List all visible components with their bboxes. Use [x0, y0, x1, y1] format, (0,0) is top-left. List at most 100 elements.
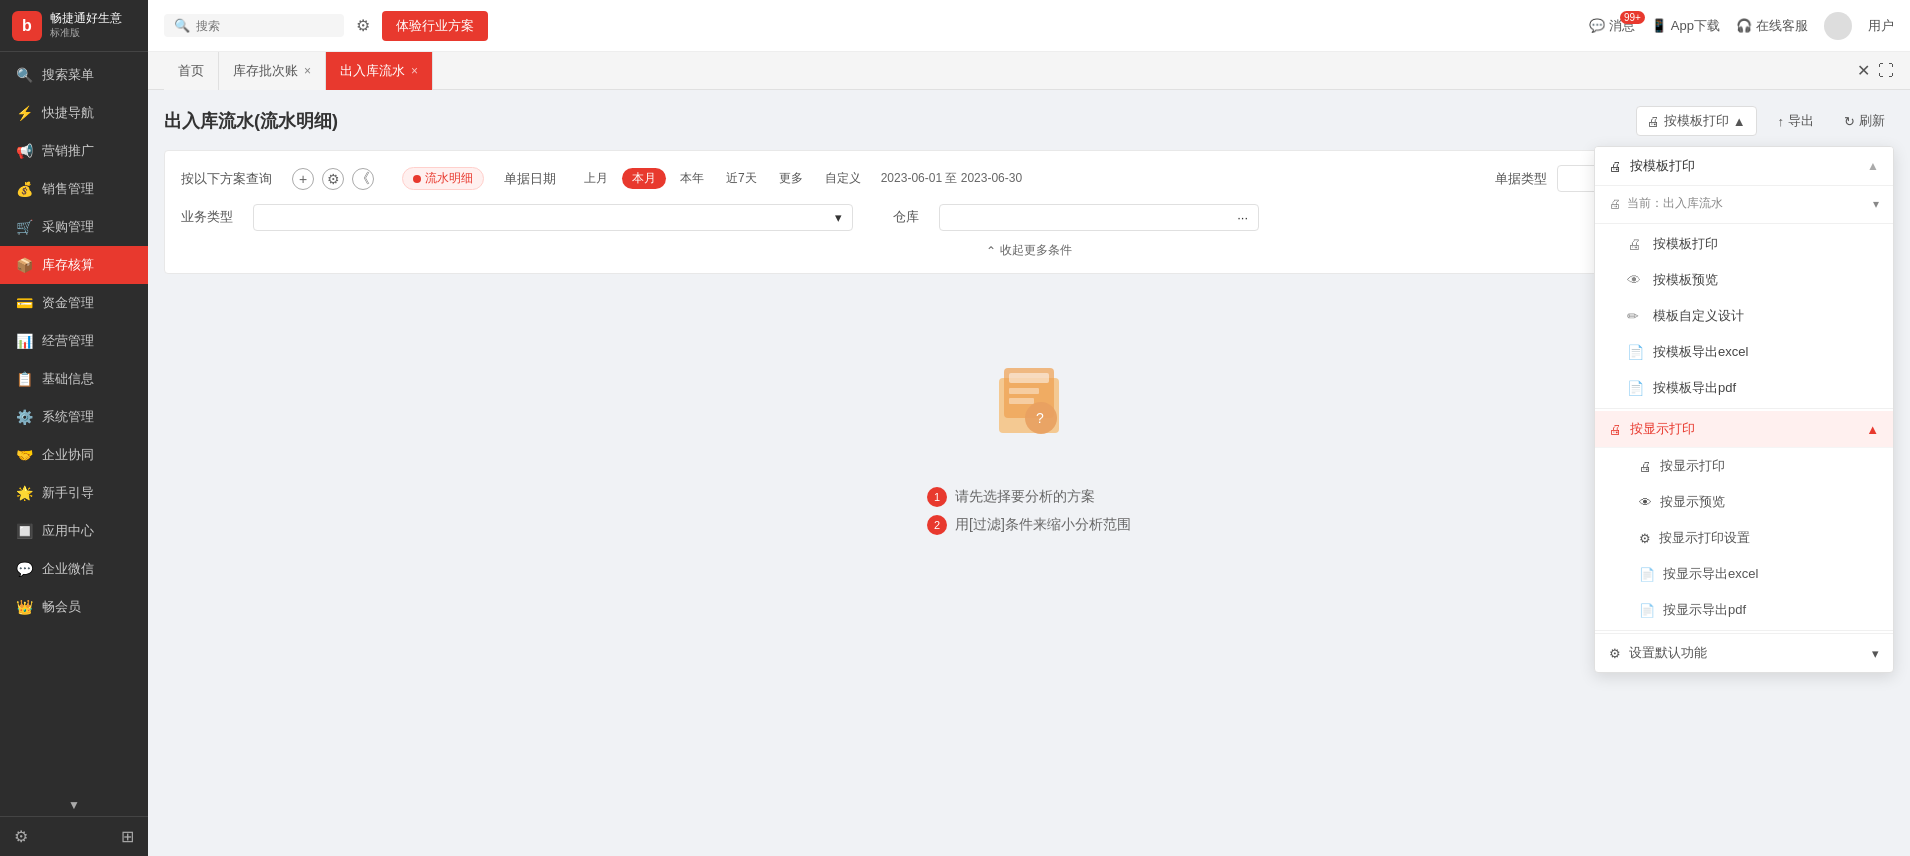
user-avatar[interactable] [1824, 12, 1852, 40]
collapse-icon[interactable]: ⊞ [121, 827, 134, 846]
stream-tag-dot [413, 175, 421, 183]
topbar-search-container: 🔍 [164, 14, 344, 37]
stream-tag[interactable]: 流水明细 [402, 167, 484, 190]
refresh-btn[interactable]: ↻ 刷新 [1835, 107, 1894, 135]
refresh-icon: ↻ [1844, 114, 1855, 129]
date-opt-last-month[interactable]: 上月 [576, 168, 616, 189]
dropdown-display-print[interactable]: 🖨 按显示打印 [1595, 448, 1893, 484]
template-print-btn[interactable]: 🖨 按模板打印 ▲ [1636, 106, 1757, 136]
divider-2 [1595, 408, 1893, 409]
sidebar-item-basic[interactable]: 📋基础信息 [0, 360, 148, 398]
sidebar-item-sales[interactable]: 💰销售管理 [0, 170, 148, 208]
app-download[interactable]: 📱 App下载 [1651, 17, 1720, 35]
tab-flow-close[interactable]: × [411, 64, 418, 78]
dropdown-footer[interactable]: ⚙ 设置默认功能 ▾ [1595, 633, 1893, 672]
sidebar-nav: 🔍搜索菜单⚡快捷导航📢营销推广💰销售管理 🛒 采购管理 📦库存核算💳资金管理📊经营管理… [0, 52, 148, 794]
date-range: 2023-06-01 至 2023-06-30 [881, 170, 1022, 187]
dropdown-display-pdf[interactable]: 📄 按显示导出pdf [1595, 592, 1893, 628]
tab-inventory-batch-label: 库存批次账 [233, 62, 298, 80]
template-excel-icon: 📄 [1627, 344, 1645, 360]
sidebar-scroll[interactable]: ▼ [0, 794, 148, 816]
sidebar-item-inventory[interactable]: 📦库存核算 [0, 246, 148, 284]
date-opt-7days[interactable]: 近7天 [718, 168, 765, 189]
tab-flow[interactable]: 出入库流水 × [326, 52, 433, 90]
empty-steps: 1 请先选择要分析的方案 2 用[过滤]条件来缩小分析范围 [927, 487, 1131, 543]
sidebar-item-quick-nav[interactable]: ⚡快捷导航 [0, 94, 148, 132]
nav-icon-marketing: 📢 [14, 143, 34, 159]
collapse-icon: ⌃ [986, 244, 996, 258]
dropdown-display-section[interactable]: 🖨 按显示打印 ▲ [1595, 411, 1893, 448]
settings-gear-icon[interactable]: ⚙ [356, 16, 370, 35]
nav-label-purchase: 采购管理 [42, 218, 94, 236]
display-settings-label: 按显示打印设置 [1659, 529, 1750, 547]
filter-collapse-btn-small[interactable]: 《 [352, 168, 374, 190]
display-print-icon: 🖨 [1639, 459, 1652, 474]
biz-type-chevron: ▾ [835, 210, 842, 225]
page-title: 出入库流水(流水明细) [164, 109, 338, 133]
settings-icon[interactable]: ⚙ [14, 827, 28, 846]
sidebar-item-system[interactable]: ⚙️系统管理 [0, 398, 148, 436]
sidebar-item-apps[interactable]: 🔲应用中心 [0, 512, 148, 550]
print-header-icon: 🖨 [1609, 159, 1622, 174]
dropdown-template-print[interactable]: 🖨 按模板打印 [1595, 226, 1893, 262]
doc-type-label: 单据类型 [1495, 170, 1547, 188]
display-preview-label: 按显示预览 [1660, 493, 1725, 511]
dropdown-display-settings[interactable]: ⚙ 按显示打印设置 [1595, 520, 1893, 556]
export-icon: ↑ [1778, 114, 1785, 129]
biz-type-select[interactable]: ▾ [253, 204, 853, 231]
industry-btn[interactable]: 体验行业方案 [382, 11, 488, 41]
date-opt-this-year[interactable]: 本年 [672, 168, 712, 189]
template-print-label: 按模板打印 [1664, 112, 1729, 130]
filter-add-btn[interactable]: + [292, 168, 314, 190]
dropdown-template-excel[interactable]: 📄 按模板导出excel [1595, 334, 1893, 370]
tab-expand-icon[interactable]: ⛶ [1878, 62, 1894, 80]
main-area: 🔍 ⚙ 体验行业方案 💬 消息 99+ 📱 App下载 🎧 在线客服 用户 [148, 0, 1910, 856]
sidebar: b 畅捷通好生意 标准版 🔍搜索菜单⚡快捷导航📢营销推广💰销售管理 🛒 采购管理 📦库… [0, 0, 148, 856]
sidebar-item-member[interactable]: 👑畅会员 [0, 588, 148, 626]
tab-inventory-batch[interactable]: 库存批次账 × [219, 52, 326, 90]
nav-icon-system: ⚙️ [14, 409, 34, 425]
sidebar-item-operation[interactable]: 📊经营管理 [0, 322, 148, 360]
nav-label-collab: 企业协同 [42, 446, 94, 464]
dropdown-header-chevron[interactable]: ▲ [1867, 159, 1879, 173]
display-pdf-label: 按显示导出pdf [1663, 601, 1746, 619]
date-label: 单据日期 [504, 170, 556, 188]
dropdown-template-custom[interactable]: ✏ 模板自定义设计 [1595, 298, 1893, 334]
nav-icon-purchase: 🛒 [14, 219, 34, 235]
customer-service[interactable]: 🎧 在线客服 [1736, 17, 1808, 35]
sidebar-item-finance[interactable]: 💳资金管理 [0, 284, 148, 322]
dropdown-display-excel[interactable]: 📄 按显示导出excel [1595, 556, 1893, 592]
template-excel-label: 按模板导出excel [1653, 343, 1748, 361]
date-opt-more[interactable]: 更多 [771, 168, 811, 189]
search-icon: 🔍 [174, 18, 190, 33]
tabs-bar: 首页 库存批次账 × 出入库流水 × ✕ ⛶ [148, 52, 1910, 90]
nav-icon-basic: 📋 [14, 371, 34, 387]
date-opt-custom[interactable]: 自定义 [817, 168, 869, 189]
tab-inventory-batch-close[interactable]: × [304, 64, 311, 78]
dropdown-header: 🖨 按模板打印 ▲ [1595, 147, 1893, 186]
sidebar-item-wechat[interactable]: 💬企业微信 [0, 550, 148, 588]
filter-settings-btn[interactable]: ⚙ [322, 168, 344, 190]
search-input[interactable] [196, 19, 334, 33]
topbar: 🔍 ⚙ 体验行业方案 💬 消息 99+ 📱 App下载 🎧 在线客服 用户 [148, 0, 1910, 52]
sidebar-item-purchase[interactable]: 🛒 采购管理 [0, 208, 148, 246]
current-label-content: 🖨 当前：出入库流水 [1609, 195, 1723, 212]
dropdown-template-preview[interactable]: 👁 按模板预览 [1595, 262, 1893, 298]
date-options: 上月 本月 本年 近7天 更多 自定义 2023-06-01 至 2023-06… [576, 168, 1475, 189]
date-opt-this-month[interactable]: 本月 [622, 168, 666, 189]
dropdown-display-preview[interactable]: 👁 按显示预览 [1595, 484, 1893, 520]
sidebar-item-marketing[interactable]: 📢营销推广 [0, 132, 148, 170]
export-btn[interactable]: ↑ 导出 [1769, 107, 1824, 135]
sidebar-item-guide[interactable]: 🌟新手引导 [0, 474, 148, 512]
sidebar-logo: b 畅捷通好生意 标准版 [0, 0, 148, 52]
dropdown-header-title: 🖨 按模板打印 [1609, 157, 1695, 175]
dropdown-template-pdf[interactable]: 📄 按模板导出pdf [1595, 370, 1893, 406]
warehouse-label: 仓库 [893, 208, 919, 226]
tab-home[interactable]: 首页 [164, 52, 219, 90]
current-icon: 🖨 [1609, 197, 1621, 211]
sidebar-item-collab[interactable]: 🤝企业协同 [0, 436, 148, 474]
tab-close-all-icon[interactable]: ✕ [1857, 61, 1870, 80]
warehouse-select[interactable]: ··· [939, 204, 1259, 231]
sidebar-item-search[interactable]: 🔍搜索菜单 [0, 56, 148, 94]
message-badge[interactable]: 💬 消息 99+ [1589, 17, 1635, 35]
